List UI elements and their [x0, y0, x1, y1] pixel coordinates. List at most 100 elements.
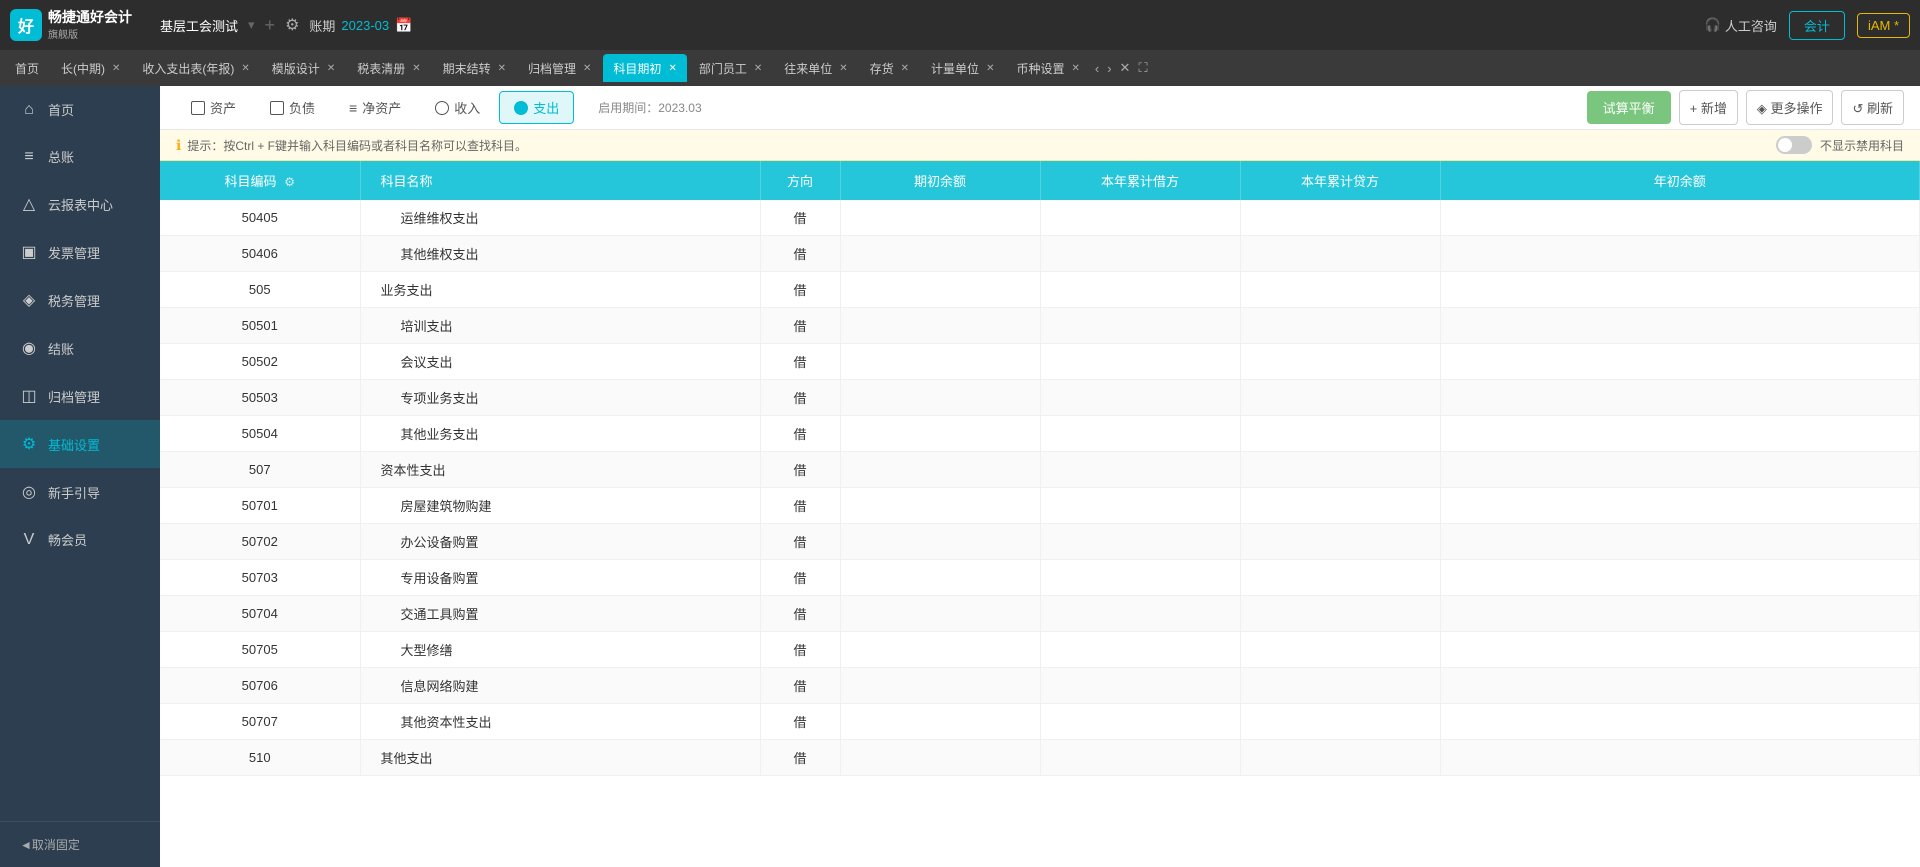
tab-measure-unit[interactable]: 计量单位 ✕ [921, 54, 1004, 82]
tab-counterpart[interactable]: 往来单位 ✕ [774, 54, 857, 82]
tab-archive-close[interactable]: ✕ [583, 63, 591, 74]
fullscreen-button[interactable]: ⛶ [1134, 60, 1151, 76]
tab-dept-employee[interactable]: 部门员工 ✕ [689, 54, 772, 82]
tab-expenditure[interactable]: 支出 [499, 91, 574, 124]
more-button[interactable]: ◈ 更多操作 [1746, 90, 1834, 125]
tab-net-asset[interactable]: ≡ 净资产 [334, 91, 416, 124]
cell-year-credit [1240, 452, 1440, 488]
refresh-button[interactable]: ↺ 刷新 [1841, 90, 1904, 125]
sidebar-item-tax[interactable]: ◈ 税务管理 [0, 276, 160, 324]
sidebar-item-ledger[interactable]: ≡ 总账 [0, 133, 160, 180]
iam-button[interactable]: iAM * [1857, 13, 1910, 38]
cell-year-balance [1440, 488, 1920, 524]
sidebar-item-settings-label: 基础设置 [48, 435, 100, 454]
tab-income-annual[interactable]: 收入支出表(年报) ✕ [132, 54, 259, 82]
tab-template[interactable]: 模版设计 ✕ [262, 54, 345, 82]
tab-inventory[interactable]: 存货 ✕ [860, 54, 919, 82]
settlement-icon: ◉ [20, 338, 38, 358]
sidebar-item-invoice[interactable]: ▣ 发票管理 [0, 228, 160, 276]
table-row[interactable]: 50406其他维权支出借 [160, 236, 1920, 272]
tab-archive[interactable]: 归档管理 ✕ [518, 54, 601, 82]
cell-name: 其他支出 [360, 740, 760, 776]
cell-code: 50704 [160, 596, 360, 632]
tab-measure-unit-label: 计量单位 [931, 60, 979, 77]
sidebar-item-home[interactable]: ⌂ 首页 [0, 86, 160, 133]
cell-direction: 借 [760, 632, 840, 668]
net-asset-icon: ≡ [349, 100, 357, 116]
sidebar-item-settlement[interactable]: ◉ 结账 [0, 324, 160, 372]
table-row[interactable]: 50703专用设备购置借 [160, 560, 1920, 596]
cell-code: 50701 [160, 488, 360, 524]
table-row[interactable]: 50704交通工具购置借 [160, 596, 1920, 632]
table-row[interactable]: 50701房屋建筑物购建借 [160, 488, 1920, 524]
tab-subject-init[interactable]: 科目期初 ✕ [603, 54, 686, 82]
table-row[interactable]: 50706信息网络购建借 [160, 668, 1920, 704]
settings-icon[interactable]: ⚙ [285, 15, 299, 35]
cell-year-debit [1040, 560, 1240, 596]
table-row[interactable]: 507资本性支出借 [160, 452, 1920, 488]
account-button[interactable]: 会计 [1789, 11, 1845, 40]
company-name[interactable]: 基层工会测试 [160, 16, 238, 35]
tab-template-close[interactable]: ✕ [327, 63, 335, 74]
code-gear-icon[interactable]: ⚙ [284, 175, 295, 189]
cell-period-balance [840, 668, 1040, 704]
table-row[interactable]: 50702办公设备购置借 [160, 524, 1920, 560]
tab-measure-unit-close[interactable]: ✕ [986, 63, 994, 74]
sidebar-item-archive[interactable]: ◫ 归档管理 [0, 372, 160, 420]
dropdown-arrow[interactable]: ▾ [248, 17, 255, 33]
ledger-icon: ≡ [20, 148, 38, 166]
table-wrapper[interactable]: 科目编码 ⚙ 科目名称 方向 期初余额 本年累计借方 本年累计贷方 年初余额 5… [160, 161, 1920, 867]
cell-code: 50501 [160, 308, 360, 344]
tab-counterpart-label: 往来单位 [784, 60, 832, 77]
tab-currency[interactable]: 币种设置 ✕ [1006, 54, 1089, 82]
tab-inventory-close[interactable]: ✕ [901, 63, 909, 74]
sidebar-item-report[interactable]: △ 云报表中心 [0, 180, 160, 228]
tab-dept-employee-close[interactable]: ✕ [754, 63, 762, 74]
table-row[interactable]: 50502会议支出借 [160, 344, 1920, 380]
calendar-icon[interactable]: 📅 [395, 17, 412, 34]
cell-period-balance [840, 308, 1040, 344]
tab-nav-next[interactable]: › [1103, 61, 1115, 76]
tab-close-all[interactable]: ✕ [1116, 60, 1135, 76]
cell-name: 房屋建筑物购建 [360, 488, 760, 524]
tab-liability[interactable]: 负债 [255, 91, 330, 124]
tab-currency-close[interactable]: ✕ [1071, 63, 1079, 74]
tab-tax-close[interactable]: ✕ [412, 63, 420, 74]
table-row[interactable]: 50405运维维权支出借 [160, 200, 1920, 236]
sidebar-pin[interactable]: ◄取消固定 [0, 821, 160, 867]
tab-subject-init-close[interactable]: ✕ [668, 63, 676, 74]
table-row[interactable]: 50503专项业务支出借 [160, 380, 1920, 416]
sidebar-item-guide[interactable]: ◎ 新手引导 [0, 468, 160, 516]
sidebar-item-member[interactable]: V 畅会员 [0, 516, 160, 563]
cell-direction: 借 [760, 272, 840, 308]
cell-name: 业务支出 [360, 272, 760, 308]
tab-asset[interactable]: 资产 [176, 91, 251, 124]
table-row[interactable]: 50504其他业务支出借 [160, 416, 1920, 452]
tab-subject-init-label: 科目期初 [613, 60, 661, 77]
cell-name: 大型修缮 [360, 632, 760, 668]
tab-balance-mid-close[interactable]: ✕ [112, 63, 120, 74]
add-company-icon[interactable]: + [265, 15, 276, 36]
cell-year-debit [1040, 524, 1240, 560]
tab-income[interactable]: 收入 [420, 91, 495, 124]
table-row[interactable]: 50707其他资本性支出借 [160, 704, 1920, 740]
tab-nav-prev[interactable]: ‹ [1091, 61, 1103, 76]
table-row[interactable]: 50501培训支出借 [160, 308, 1920, 344]
table-row[interactable]: 50705大型修缮借 [160, 632, 1920, 668]
disable-toggle[interactable] [1776, 136, 1812, 154]
tab-home[interactable]: 首页 [5, 54, 49, 82]
tab-period-end-close[interactable]: ✕ [498, 63, 506, 74]
add-button[interactable]: + 新增 [1679, 90, 1738, 125]
table-row[interactable]: 510其他支出借 [160, 740, 1920, 776]
table-row[interactable]: 505业务支出借 [160, 272, 1920, 308]
service-button[interactable]: 🎧 人工咨询 [1705, 16, 1777, 35]
tab-balance-mid[interactable]: 长(中期) ✕ [51, 54, 130, 82]
tip-right: 不显示禁用科目 [1776, 136, 1904, 154]
tab-tax[interactable]: 税表清册 ✕ [347, 54, 430, 82]
tab-period-end[interactable]: 期末结转 ✕ [433, 54, 516, 82]
sub-nav: 资产 负债 ≡ 净资产 收入 支出 启用期间：2023.03 试算平衡 + 新增 [160, 86, 1920, 130]
sidebar-item-settings[interactable]: ⚙ 基础设置 [0, 420, 160, 468]
balance-button[interactable]: 试算平衡 [1587, 91, 1671, 124]
tab-income-annual-close[interactable]: ✕ [241, 63, 249, 74]
tab-counterpart-close[interactable]: ✕ [839, 63, 847, 74]
